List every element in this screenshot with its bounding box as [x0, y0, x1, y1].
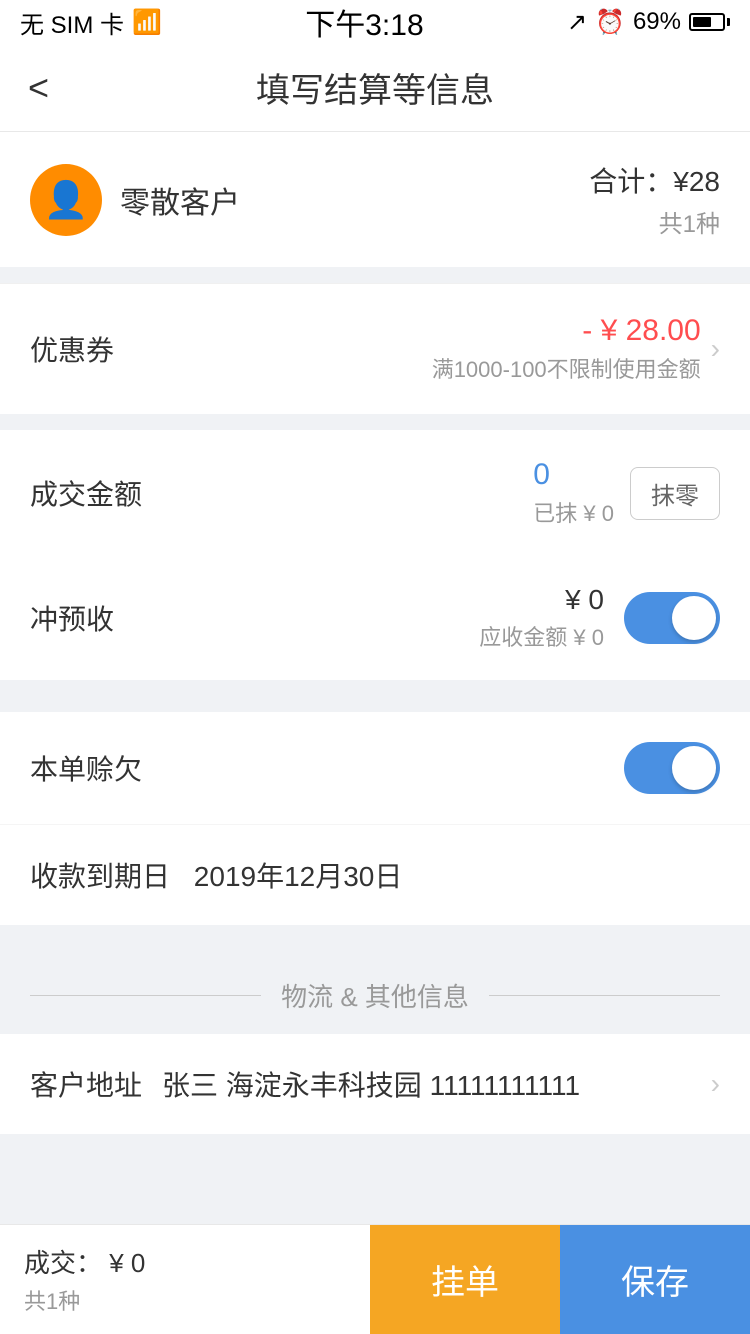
address-chevron-icon: › — [711, 1068, 720, 1100]
prepay-receivable: 应收金额 ¥ 0 — [479, 620, 604, 652]
due-date-value: 2019年12月30日 — [194, 861, 403, 892]
rounding-button[interactable]: 抹零 — [630, 467, 720, 520]
logistics-header: 物流 & 其他信息 — [0, 957, 750, 1034]
address-label: 客户地址 — [30, 1064, 142, 1104]
address-value: 张三 海淀永丰科技园 11111111111 — [162, 1064, 711, 1104]
prepay-right: ¥ 0 应收金额 ¥ 0 — [479, 584, 720, 652]
customer-summary: 合计：¥28 共1种 — [589, 160, 720, 239]
bottom-count-label: 共1种 — [24, 1284, 346, 1316]
bottom-summary: 成交： ¥ 0 共1种 — [0, 1225, 370, 1334]
content: 👤 零散客户 合计：¥28 共1种 优惠券 - ¥ 28.00 满1000-10… — [0, 132, 750, 1254]
status-right: ↗ ⏰ 69% — [567, 8, 730, 37]
logistics-divider — [0, 941, 750, 957]
debt-label: 本单赊欠 — [30, 748, 142, 788]
coupon-right: - ¥ 28.00 满1000-100不限制使用金额 › — [432, 314, 720, 384]
amount-sub: 已抹 ¥ 0 — [533, 496, 614, 528]
coupon-label: 优惠券 — [30, 329, 114, 369]
amount-value: 0 — [533, 458, 614, 492]
separator-1 — [0, 414, 750, 430]
total-count: 共1种 — [589, 204, 720, 239]
avatar-icon: 👤 — [44, 179, 89, 221]
separator-2 — [0, 680, 750, 696]
coupon-section[interactable]: 优惠券 - ¥ 28.00 满1000-100不限制使用金额 › — [0, 283, 750, 414]
logistics-line-left — [30, 995, 261, 996]
customer-section: 👤 零散客户 合计：¥28 共1种 — [0, 132, 750, 267]
total-amount: 合计：¥28 — [589, 160, 720, 200]
back-button[interactable]: < — [28, 67, 49, 109]
toggle-thumb — [672, 596, 716, 640]
prepay-left: 冲预收 — [30, 598, 114, 638]
alarm-icon: ⏰ — [595, 8, 625, 37]
location-icon: ↗ — [567, 8, 587, 37]
coupon-desc: 满1000-100不限制使用金额 — [432, 352, 701, 384]
prepay-amount: ¥ 0 — [479, 584, 604, 616]
logistics-label: 物流 & 其他信息 — [281, 977, 469, 1014]
prepay-row: 冲预收 ¥ 0 应收金额 ¥ 0 — [0, 556, 750, 680]
transaction-section: 成交金额 0 已抹 ¥ 0 抹零 — [0, 430, 750, 556]
prepay-toggle[interactable] — [624, 592, 720, 644]
chevron-right-icon: › — [711, 333, 720, 365]
status-left: 无 SIM 卡 📶 — [20, 5, 162, 40]
transaction-row: 成交金额 0 已抹 ¥ 0 抹零 — [30, 430, 720, 556]
transaction-right: 0 已抹 ¥ 0 抹零 — [533, 458, 720, 528]
status-bar: 无 SIM 卡 📶 下午3:18 ↗ ⏰ 69% — [0, 0, 750, 44]
toggle-thumb-debt — [672, 746, 716, 790]
address-chevron: › — [711, 1068, 720, 1100]
address-section[interactable]: 客户地址 张三 海淀永丰科技园 11111111111 › — [0, 1034, 750, 1134]
due-date-section: 收款到期日 2019年12月30日 — [0, 824, 750, 925]
prepay-amounts: ¥ 0 应收金额 ¥ 0 — [479, 584, 604, 652]
due-date-label: 收款到期日 — [30, 861, 170, 892]
nav-bar: < 填写结算等信息 — [0, 44, 750, 132]
bottom-bar: 成交： ¥ 0 共1种 挂单 保存 — [0, 1224, 750, 1334]
prepay-label: 冲预收 — [30, 604, 114, 635]
hangup-button[interactable]: 挂单 — [370, 1225, 560, 1334]
bottom-deal-label: 成交： ¥ 0 — [24, 1243, 346, 1280]
debt-section: 本单赊欠 — [0, 712, 750, 824]
wifi-icon: 📶 — [132, 8, 162, 37]
save-button[interactable]: 保存 — [560, 1225, 750, 1334]
battery-percent: 69% — [633, 8, 681, 36]
carrier-label: 无 SIM 卡 — [20, 5, 124, 40]
transaction-label: 成交金额 — [30, 473, 142, 513]
avatar: 👤 — [30, 164, 102, 236]
coupon-discount: - ¥ 28.00 — [432, 314, 701, 348]
battery-icon — [689, 13, 730, 31]
due-date-content: 收款到期日 2019年12月30日 — [30, 861, 402, 892]
customer-left: 👤 零散客户 — [30, 164, 240, 236]
status-time: 下午3:18 — [305, 0, 423, 44]
page-title: 填写结算等信息 — [256, 63, 494, 112]
debt-toggle[interactable] — [624, 742, 720, 794]
logistics-line-right — [489, 995, 720, 996]
customer-name: 零散客户 — [120, 178, 240, 222]
